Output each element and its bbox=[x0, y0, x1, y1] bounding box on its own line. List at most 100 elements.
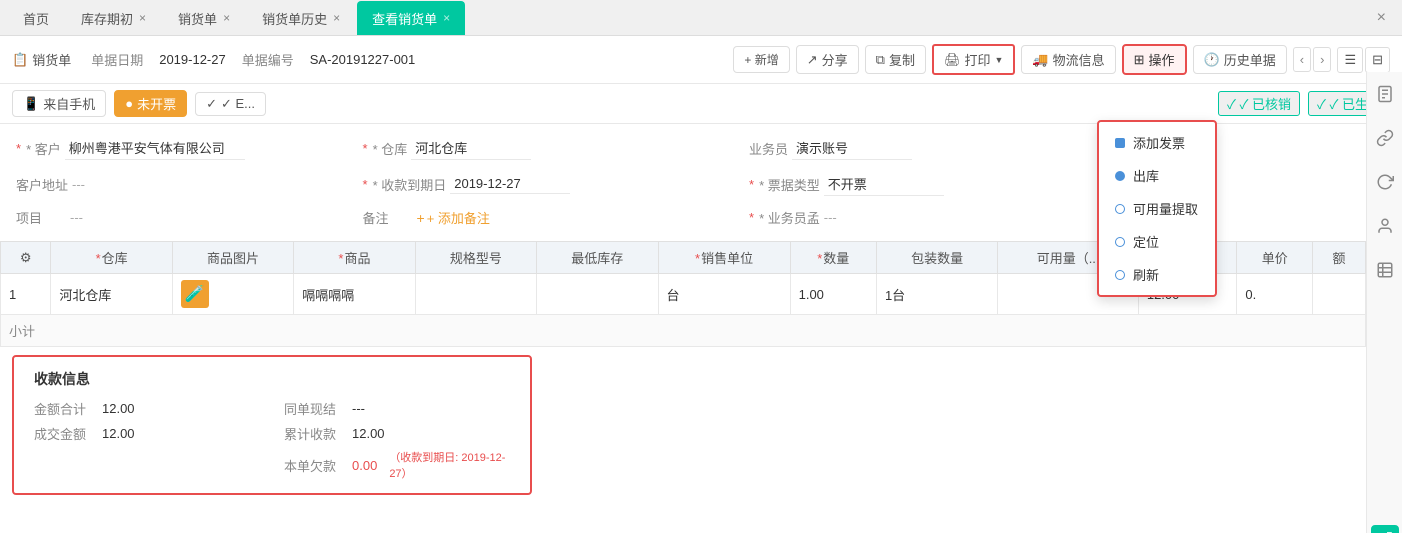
tab-home[interactable]: 首页 bbox=[8, 1, 64, 35]
nav-arrows: ‹ › bbox=[1293, 47, 1332, 72]
cumulative-value: 12.00 bbox=[352, 426, 385, 441]
toolbar-right: + 新增 ↗ 分享 ⧉ 复制 🖨 打印 ▼ 🚚 物流信息 bbox=[733, 44, 1390, 75]
tab-sales-history[interactable]: 销货单历史 × bbox=[247, 1, 355, 35]
row-pack-qty: 1台 bbox=[876, 274, 997, 315]
operation-button[interactable]: ⊞ 操作 bbox=[1122, 44, 1187, 75]
subtotal-row: 小计 bbox=[1, 315, 1366, 347]
ticket-type-label: * 票据类型 bbox=[759, 175, 820, 194]
available-qty-item[interactable]: 可用量提取 bbox=[1099, 192, 1215, 225]
doc-meta: 单据日期 2019-12-27 单据编号 SA-20191227-001 bbox=[91, 50, 733, 69]
staff-field: 业务员 演示账号 bbox=[709, 136, 1386, 160]
project-label: 项目 bbox=[16, 208, 66, 227]
history-button[interactable]: 🕐 历史单据 bbox=[1193, 45, 1287, 74]
doc-icon: 📋 bbox=[12, 52, 28, 68]
available-qty-label: 可用量提取 bbox=[1133, 199, 1198, 218]
tab-view-sales[interactable]: 查看销货单 × bbox=[357, 1, 465, 35]
col-spec: 规格型号 bbox=[415, 242, 536, 274]
new-button[interactable]: + 新增 bbox=[733, 46, 789, 73]
refresh-item[interactable]: 刷新 bbox=[1099, 258, 1215, 291]
confirm-button[interactable]: ✓ ✓ E... bbox=[195, 92, 266, 116]
doc-title-text: 销货单 bbox=[32, 50, 71, 69]
prev-button[interactable]: ‹ bbox=[1293, 47, 1311, 72]
note-label: 备注 bbox=[363, 208, 413, 227]
doc-title: 📋 销货单 bbox=[12, 50, 71, 69]
next-button[interactable]: › bbox=[1313, 47, 1331, 72]
staff-value[interactable]: 演示账号 bbox=[792, 136, 912, 160]
amount-label: 金额合计 bbox=[34, 399, 94, 418]
address-value[interactable]: --- bbox=[72, 177, 252, 192]
col-product-img: 商品图片 bbox=[172, 242, 293, 274]
col-quantity: *数量 bbox=[790, 242, 876, 274]
list-view-button[interactable]: ☰ bbox=[1337, 47, 1363, 73]
date-value: 2019-12-27 bbox=[159, 52, 226, 67]
print-icon: 🖨 bbox=[944, 52, 961, 68]
cancel-status-button[interactable]: ✓ ✓ 已核销 bbox=[1218, 91, 1300, 116]
row-price: 0. bbox=[1237, 274, 1313, 315]
col-amount: 额 bbox=[1313, 242, 1366, 274]
tab-sales-order-close[interactable]: × bbox=[223, 11, 230, 25]
add-note-text: + 添加备注 bbox=[427, 208, 490, 227]
deal-amount-label: 成交金额 bbox=[34, 424, 94, 443]
print-dropdown-icon: ▼ bbox=[995, 55, 1004, 65]
customer-value[interactable]: 柳州粤港平安气体有限公司 bbox=[65, 136, 245, 160]
copy-button[interactable]: ⧉ 复制 bbox=[865, 45, 926, 74]
row-index: 1 bbox=[1, 274, 51, 315]
same-order-value: --- bbox=[352, 401, 365, 416]
current-debt-label: 本单欠款 bbox=[284, 456, 344, 475]
locate-icon bbox=[1115, 237, 1125, 247]
project-value[interactable]: --- bbox=[70, 210, 250, 225]
right-sidebar bbox=[1366, 72, 1402, 533]
sidebar-expand-icon[interactable] bbox=[1371, 525, 1399, 533]
logistics-button[interactable]: 🚚 物流信息 bbox=[1021, 45, 1115, 74]
project-field: 项目 --- bbox=[16, 208, 355, 227]
amount-row: 金额合计 12.00 bbox=[34, 399, 260, 418]
row-warehouse: 河北仓库 bbox=[51, 274, 172, 315]
sidebar-link-icon[interactable] bbox=[1371, 124, 1399, 152]
tab-bar: 首页 库存期初 × 销货单 × 销货单历史 × 查看销货单 × × bbox=[0, 0, 1402, 36]
row-product-img: 🧪 bbox=[172, 274, 293, 315]
warehouse-field: * * 仓库 河北仓库 bbox=[363, 136, 702, 160]
tab-inventory-init[interactable]: 库存期初 × bbox=[66, 1, 161, 35]
ticket-type-value[interactable]: 不开票 bbox=[824, 172, 944, 196]
col-sales-unit: *销售单位 bbox=[658, 242, 790, 274]
grid-view-button[interactable]: ⊟ bbox=[1365, 47, 1390, 73]
cancel-check-icon: ✓ bbox=[1227, 97, 1240, 112]
cancel-status-label: ✓ 已核销 bbox=[1240, 97, 1292, 112]
col-price: 单价 bbox=[1237, 242, 1313, 274]
status-icon: ● bbox=[125, 96, 133, 111]
share-button[interactable]: ↗ 分享 bbox=[796, 45, 859, 74]
add-invoice-item[interactable]: 添加发票 bbox=[1099, 126, 1215, 159]
col-settings[interactable]: ⚙ bbox=[1, 242, 51, 274]
tab-sales-order[interactable]: 销货单 × bbox=[163, 1, 245, 35]
col-product: *商品 bbox=[294, 242, 415, 274]
tab-sales-history-close[interactable]: × bbox=[333, 11, 340, 25]
cumulative-label: 累计收款 bbox=[284, 424, 344, 443]
warehouse-value[interactable]: 河北仓库 bbox=[411, 136, 531, 160]
due-date-value[interactable]: 2019-12-27 bbox=[450, 174, 570, 194]
sales-value[interactable]: --- bbox=[824, 210, 837, 225]
sidebar-user-icon[interactable] bbox=[1371, 212, 1399, 240]
logistics-label: 物流信息 bbox=[1053, 50, 1105, 69]
sidebar-table-icon[interactable] bbox=[1371, 256, 1399, 284]
confirm-icon: ✓ bbox=[206, 96, 217, 112]
print-button[interactable]: 🖨 打印 ▼ bbox=[932, 44, 1015, 75]
status-button[interactable]: ● 未开票 bbox=[114, 90, 187, 117]
due-date-field: * * 收款到期日 2019-12-27 bbox=[363, 174, 702, 194]
number-label: 单据编号 bbox=[242, 50, 294, 69]
locate-label: 定位 bbox=[1133, 232, 1159, 251]
tab-inventory-init-label: 库存期初 bbox=[81, 9, 133, 28]
locate-item[interactable]: 定位 bbox=[1099, 225, 1215, 258]
deal-amount-row: 成交金额 12.00 bbox=[34, 424, 260, 443]
sidebar-document-icon[interactable] bbox=[1371, 80, 1399, 108]
sidebar-refresh-icon[interactable] bbox=[1371, 168, 1399, 196]
tab-view-sales-close[interactable]: × bbox=[443, 11, 450, 25]
staff-label: 业务员 bbox=[749, 139, 788, 158]
tab-home-label: 首页 bbox=[23, 9, 49, 28]
tab-inventory-init-close[interactable]: × bbox=[139, 11, 146, 25]
main-area: 📋 销货单 单据日期 2019-12-27 单据编号 SA-20191227-0… bbox=[0, 36, 1402, 533]
add-note-button[interactable]: + + 添加备注 bbox=[417, 208, 490, 227]
note-field: 备注 + + 添加备注 bbox=[363, 208, 702, 227]
phone-button[interactable]: 📱 来自手机 bbox=[12, 90, 106, 117]
outbound-item[interactable]: 出库 bbox=[1099, 159, 1215, 192]
window-close-button[interactable]: × bbox=[1369, 9, 1394, 27]
